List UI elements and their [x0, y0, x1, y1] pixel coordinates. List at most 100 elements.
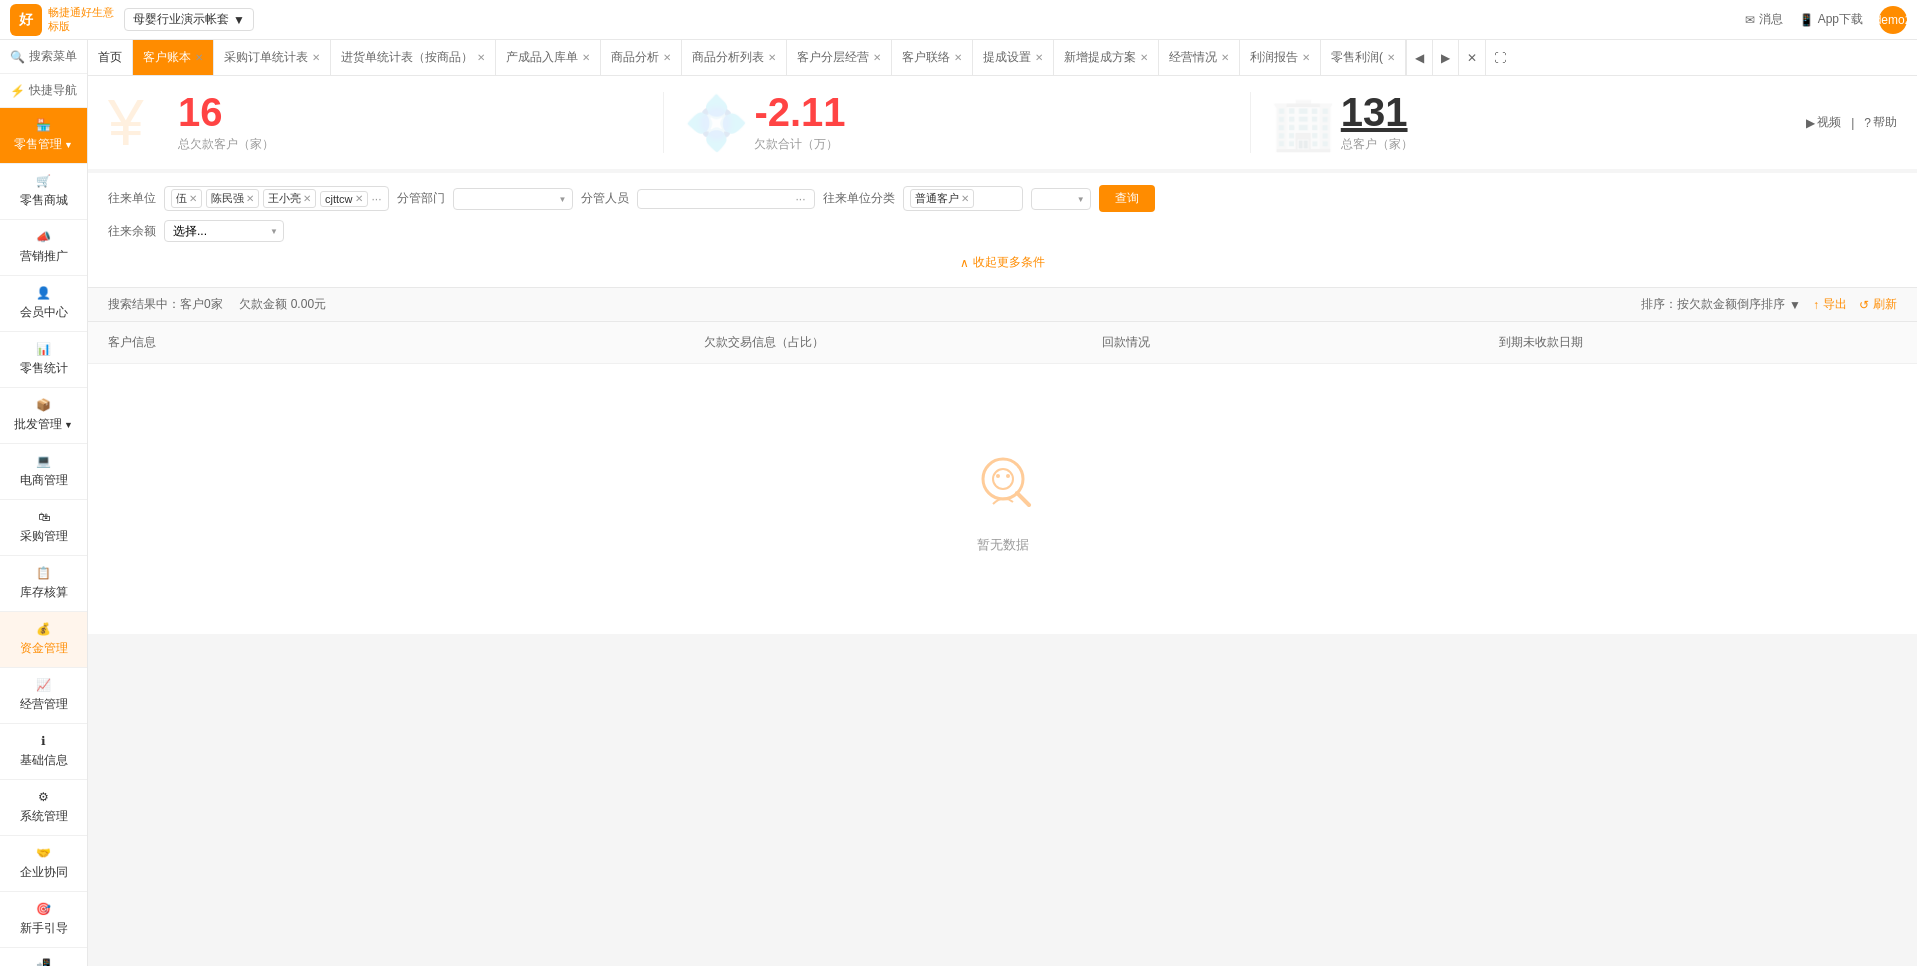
- empty-icon: [963, 444, 1043, 524]
- sidebar-item-capital[interactable]: 💰 资金管理: [0, 612, 87, 668]
- tag-close-normal-customer[interactable]: ✕: [961, 193, 969, 204]
- help-links: ▶ 视频 | ? 帮助: [1806, 114, 1897, 131]
- sidebar: 🔍 搜索菜单 ⚡ 快捷导航 🏪 零售管理 ▼ 🛒 零售商城 📣 营销推广: [0, 40, 88, 966]
- sidebar-item-app-center[interactable]: 📲 应用中心: [0, 948, 87, 966]
- sidebar-item-marketing[interactable]: 📣 营销推广: [0, 220, 87, 276]
- sidebar-item-basic-info[interactable]: ℹ 基础信息: [0, 724, 87, 780]
- sidebar-item-enterprise[interactable]: 🤝 企业协同: [0, 836, 87, 892]
- refresh-button[interactable]: ↺ 刷新: [1859, 296, 1897, 313]
- tab-inbound-stat[interactable]: 进货单统计表（按商品） ✕: [331, 40, 496, 76]
- tab-close-raise-settings[interactable]: ✕: [1035, 52, 1043, 63]
- purchase-icon: 🛍: [38, 510, 50, 524]
- settings-icon: ⚙: [38, 790, 49, 804]
- tab-product-analysis-list[interactable]: 商品分析列表 ✕: [682, 40, 787, 76]
- member-icon: 👤: [36, 286, 51, 300]
- tab-raise-settings[interactable]: 提成设置 ✕: [973, 40, 1054, 76]
- tab-product-analysis[interactable]: 商品分析 ✕: [601, 40, 682, 76]
- sidebar-item-purchase[interactable]: 🛍 采购管理: [0, 500, 87, 556]
- filter-more-tags[interactable]: ···: [372, 192, 382, 206]
- sidebar-item-retail-mgmt[interactable]: 🏪 零售管理 ▼: [0, 108, 87, 164]
- tab-close-customer-contact[interactable]: ✕: [954, 52, 962, 63]
- tab-new-raise-plan[interactable]: 新增提成方案 ✕: [1054, 40, 1159, 76]
- person-filter-label: 分管人员: [581, 190, 629, 207]
- export-button[interactable]: ↑ 导出: [1813, 296, 1847, 313]
- tab-close-customer-tier[interactable]: ✕: [873, 52, 881, 63]
- empty-text: 暂无数据: [977, 536, 1029, 554]
- tab-retail-profit[interactable]: 零售利润( ✕: [1321, 40, 1406, 76]
- video-link[interactable]: ▶ 视频: [1806, 114, 1841, 131]
- stat-bg-icon-total: 🏢: [1271, 92, 1336, 153]
- tag-close-wu[interactable]: ✕: [189, 193, 197, 204]
- search-button[interactable]: 查询: [1099, 185, 1155, 212]
- tag-close-chen[interactable]: ✕: [246, 193, 254, 204]
- tab-close-new-raise-plan[interactable]: ✕: [1140, 52, 1148, 63]
- person-input-wrap: ···: [637, 189, 815, 209]
- tab-close-profit-report[interactable]: ✕: [1302, 52, 1310, 63]
- tab-close-product-inbound[interactable]: ✕: [582, 52, 590, 63]
- tab-operations-status[interactable]: 经营情况 ✕: [1159, 40, 1240, 76]
- tab-product-inbound[interactable]: 产成品入库单 ✕: [496, 40, 601, 76]
- capital-icon: 💰: [36, 622, 51, 636]
- sidebar-item-new-guide[interactable]: 🎯 新手引导: [0, 892, 87, 948]
- tag-close-wang[interactable]: ✕: [303, 193, 311, 204]
- tab-close-all[interactable]: ✕: [1458, 40, 1485, 76]
- filter-tag-cjttcw[interactable]: cjttcw ✕: [320, 191, 368, 207]
- filter-tag-wu[interactable]: 伍 ✕: [171, 189, 202, 208]
- sidebar-quick[interactable]: ⚡ 快捷导航: [0, 74, 87, 108]
- sidebar-item-sys-mgmt[interactable]: ⚙ 系统管理: [0, 780, 87, 836]
- tab-close-inbound[interactable]: ✕: [477, 52, 485, 63]
- sort-selector[interactable]: 排序：按欠款金额倒序排序 ▼: [1641, 296, 1801, 313]
- tab-nav-next[interactable]: ▶: [1432, 40, 1458, 76]
- message-action[interactable]: ✉ 消息: [1745, 11, 1783, 28]
- person-more-icon[interactable]: ···: [796, 192, 806, 206]
- remainder-select[interactable]: 选择...: [164, 220, 284, 242]
- filter-tag-wang[interactable]: 王小亮 ✕: [263, 189, 316, 208]
- unit-filter-tags: 伍 ✕ 陈民强 ✕ 王小亮 ✕: [164, 186, 389, 211]
- sort-label: 排序：按欠款金额倒序排序: [1641, 296, 1785, 313]
- dept-select[interactable]: [453, 188, 573, 210]
- top-bar: 好 畅捷通好生意 标版 母婴行业演示帐套 ▼ ✉ 消息 📱 App下载 demo…: [0, 0, 1917, 40]
- sidebar-item-operations[interactable]: 📈 经营管理: [0, 668, 87, 724]
- sidebar-item-retail-stat[interactable]: 📊 零售统计: [0, 332, 87, 388]
- sidebar-search[interactable]: 🔍 搜索菜单: [0, 40, 87, 74]
- tab-close-product-analysis-list[interactable]: ✕: [768, 52, 776, 63]
- help-link[interactable]: ? 帮助: [1864, 114, 1897, 131]
- export-icon: ↑: [1813, 298, 1819, 312]
- filter-row-1: 往来单位 伍 ✕ 陈民强 ✕ 王小亮: [108, 185, 1897, 212]
- app-download-action[interactable]: 📱 App下载: [1799, 11, 1863, 28]
- tab-customer-book[interactable]: 客户账本 ✕: [133, 40, 214, 76]
- stat-icon: 📊: [36, 342, 51, 356]
- tab-close-product-analysis[interactable]: ✕: [663, 52, 671, 63]
- filter-tag-normal-customer[interactable]: 普通客户 ✕: [910, 189, 974, 208]
- sidebar-item-member[interactable]: 👤 会员中心: [0, 276, 87, 332]
- tab-profit-report[interactable]: 利润报告 ✕: [1240, 40, 1321, 76]
- chevron-icon: ▼: [64, 140, 73, 150]
- sidebar-item-retail-mall[interactable]: 🛒 零售商城: [0, 164, 87, 220]
- tab-customer-tier[interactable]: 客户分层经营 ✕: [787, 40, 892, 76]
- sidebar-item-inventory[interactable]: 📋 库存核算: [0, 556, 87, 612]
- tab-close-operations[interactable]: ✕: [1221, 52, 1229, 63]
- tab-customer-contact[interactable]: 客户联络 ✕: [892, 40, 973, 76]
- unit-class-label: 往来单位分类: [823, 190, 895, 207]
- filter-tag-chen[interactable]: 陈民强 ✕: [206, 189, 259, 208]
- chevron-icon-2: ▼: [64, 420, 73, 430]
- tab-close-customer-book[interactable]: ✕: [195, 52, 203, 63]
- tab-close-purchase-order[interactable]: ✕: [312, 52, 320, 63]
- sidebar-item-wholesale[interactable]: 📦 批发管理 ▼: [0, 388, 87, 444]
- sidebar-item-ecommerce[interactable]: 💻 电商管理: [0, 444, 87, 500]
- svg-point-3: [996, 474, 1000, 478]
- tab-home[interactable]: 首页: [88, 40, 133, 76]
- results-bar: 搜索结果中：客户0家 欠款金额 0.00元 排序：按欠款金额倒序排序 ▼ ↑ 导…: [88, 287, 1917, 322]
- tab-expand[interactable]: ⛶: [1485, 40, 1514, 76]
- tag-close-cjttcw[interactable]: ✕: [355, 193, 363, 204]
- tab-close-retail-profit[interactable]: ✕: [1387, 52, 1395, 63]
- app-icon: 📱: [1799, 13, 1814, 27]
- stat-label-overdue: 欠款合计（万）: [754, 136, 845, 153]
- avatar[interactable]: demo2: [1879, 6, 1907, 34]
- collapse-filter-btn[interactable]: ∧ 收起更多条件: [108, 250, 1897, 275]
- tab-purchase-order-stat[interactable]: 采购订单统计表 ✕: [214, 40, 331, 76]
- tab-nav-prev[interactable]: ◀: [1406, 40, 1432, 76]
- unit-class-select[interactable]: [1031, 188, 1091, 210]
- account-selector[interactable]: 母婴行业演示帐套 ▼: [124, 8, 254, 31]
- person-input[interactable]: [646, 192, 796, 206]
